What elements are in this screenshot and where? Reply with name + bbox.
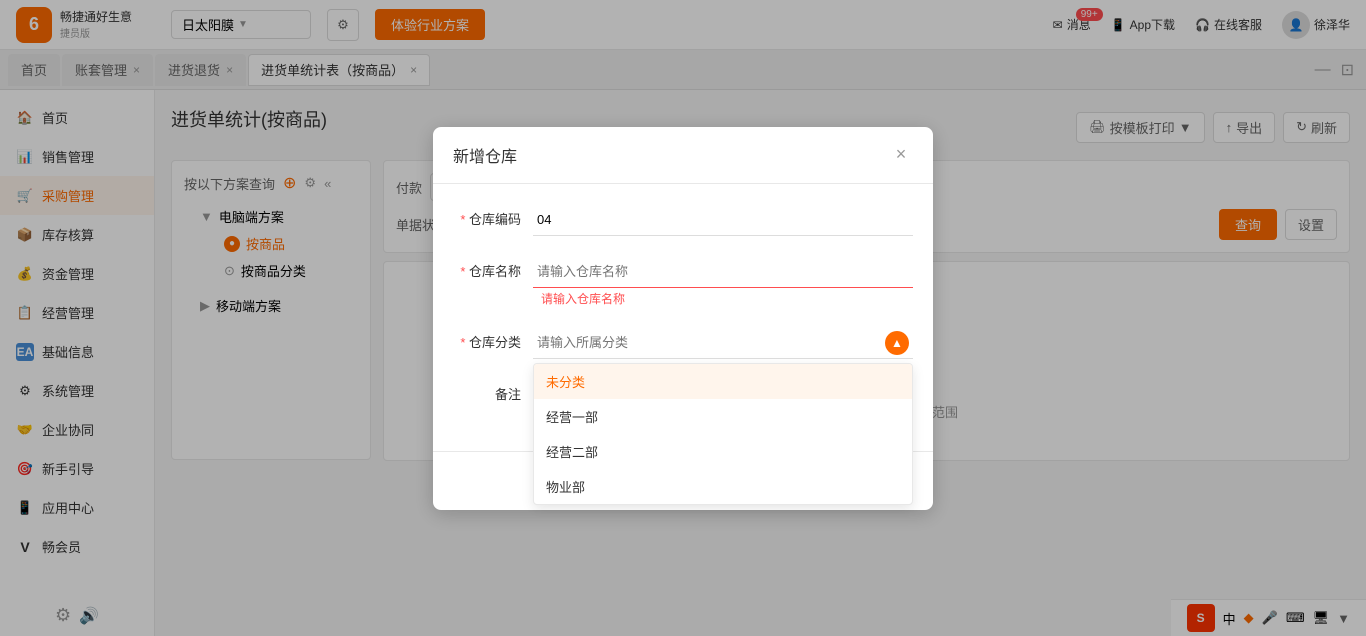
dropdown-item-dept2[interactable]: 经营二部 xyxy=(534,434,912,469)
category-select-wrap: ▲ 未分类 经营一部 经营二部 物业部 xyxy=(533,327,913,359)
name-error-wrap: 请输入仓库名称 xyxy=(453,290,625,307)
modal-title: 新增仓库 xyxy=(453,143,517,167)
modal-body: 仓库编码 仓库名称 请输入仓库名称 仓库分类 ▲ xyxy=(433,184,933,451)
modal-overlay: 新增仓库 × 仓库编码 仓库名称 请输入仓库名称 仓库分类 xyxy=(0,0,1366,636)
form-row-name: 仓库名称 请输入仓库名称 xyxy=(453,256,913,307)
code-label: 仓库编码 xyxy=(453,204,533,236)
dropdown-item-dept1[interactable]: 经营一部 xyxy=(534,399,912,434)
form-row-code: 仓库编码 xyxy=(453,204,913,236)
category-input[interactable] xyxy=(533,327,913,359)
modal-header: 新增仓库 × xyxy=(433,127,933,184)
code-input[interactable] xyxy=(533,204,913,236)
chevron-up-icon: ▲ xyxy=(891,336,903,350)
name-error-message: 请输入仓库名称 xyxy=(541,292,625,306)
form-row-category: 仓库分类 ▲ 未分类 经营一部 经营二部 物业部 xyxy=(453,327,913,359)
name-label: 仓库名称 xyxy=(453,256,533,288)
name-input[interactable] xyxy=(533,256,913,288)
category-label: 仓库分类 xyxy=(453,327,533,359)
category-dropdown: 未分类 经营一部 经营二部 物业部 xyxy=(533,363,913,505)
dropdown-item-uncategorized[interactable]: 未分类 xyxy=(534,364,912,399)
dropdown-item-dept3[interactable]: 物业部 xyxy=(534,469,912,504)
category-dropdown-toggle[interactable]: ▲ xyxy=(885,331,909,355)
remarks-label: 备注 xyxy=(453,379,533,411)
modal-close-button[interactable]: × xyxy=(889,143,913,167)
modal-new-warehouse: 新增仓库 × 仓库编码 仓库名称 请输入仓库名称 仓库分类 xyxy=(433,127,933,510)
